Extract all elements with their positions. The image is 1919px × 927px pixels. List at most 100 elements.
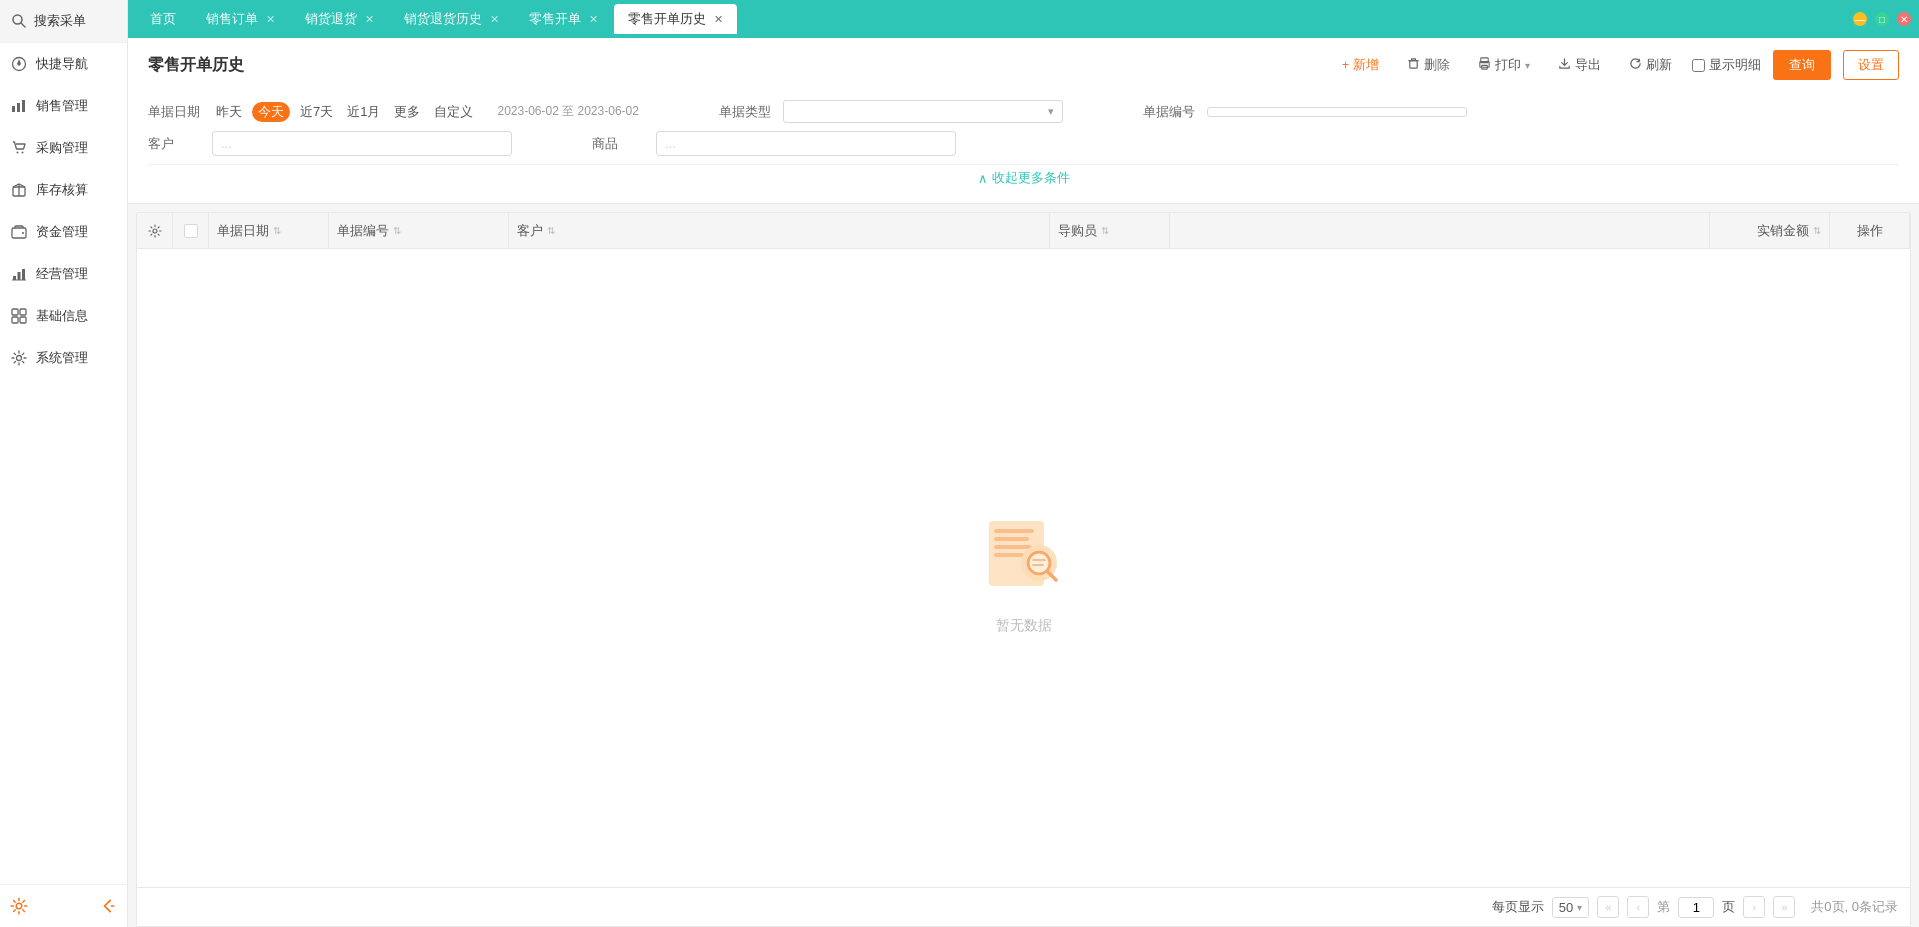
tab-sales-return-history[interactable]: 销货退货历史 ✕: [390, 4, 513, 34]
prev-page-button[interactable]: ‹: [1627, 896, 1649, 918]
page-number-input[interactable]: [1678, 897, 1714, 918]
sidebar-item-sales-mgmt[interactable]: 销售管理: [0, 85, 127, 127]
new-button[interactable]: + 新增: [1334, 52, 1387, 78]
close-button[interactable]: ✕: [1897, 12, 1911, 26]
th-spacer: [1170, 213, 1711, 248]
date-shortcut-7days[interactable]: 近7天: [296, 102, 337, 122]
svg-rect-6: [22, 100, 25, 112]
sidebar-search[interactable]: 搜索采单: [0, 0, 127, 43]
svg-rect-18: [20, 309, 26, 315]
settings-button[interactable]: 设置: [1843, 50, 1899, 80]
sidebar-item-inventory[interactable]: 库存核算: [0, 169, 127, 211]
empty-text: 暂无数据: [996, 617, 1052, 635]
display-cols-label: 显示明细: [1709, 56, 1761, 74]
date-shortcut-today[interactable]: 今天: [252, 102, 290, 122]
th-num[interactable]: 单据编号 ⇅: [329, 213, 509, 248]
page-size-dropdown-icon: ▾: [1577, 902, 1582, 913]
tab-close-icon[interactable]: ✕: [365, 13, 374, 26]
svg-rect-31: [994, 537, 1029, 541]
page-content: 零售开单历史 + 新增 删除 打印: [128, 38, 1919, 927]
svg-point-7: [17, 152, 19, 154]
sidebar-item-operation[interactable]: 经营管理: [0, 253, 127, 295]
table-area: 单据日期 ⇅ 单据编号 ⇅ 客户 ⇅ 导购员 ⇅ 实销金额: [136, 212, 1911, 927]
refresh-button[interactable]: 刷新: [1621, 52, 1680, 78]
date-shortcut-more[interactable]: 更多: [390, 102, 424, 122]
collapse-more-btn[interactable]: ∧ 收起更多条件: [148, 164, 1899, 191]
th-checkbox[interactable]: [173, 213, 209, 248]
maximize-button[interactable]: □: [1875, 12, 1889, 26]
display-cols-toggle[interactable]: 显示明细: [1692, 56, 1761, 74]
first-page-button[interactable]: «: [1597, 896, 1619, 918]
tab-label: 销货退货: [305, 10, 357, 28]
date-label: 单据日期: [148, 103, 204, 121]
gear-icon[interactable]: [10, 897, 28, 915]
sidebar-item-system[interactable]: 系统管理: [0, 337, 127, 379]
th-settings[interactable]: [137, 213, 173, 248]
print-button-label: 打印: [1495, 56, 1521, 74]
tab-retail-open[interactable]: 零售开单 ✕: [515, 4, 612, 34]
display-cols-checkbox[interactable]: [1692, 59, 1705, 72]
collapse-sidebar-icon[interactable]: [99, 897, 117, 915]
next-page-button[interactable]: ›: [1743, 896, 1765, 918]
date-shortcut-custom[interactable]: 自定义: [430, 102, 477, 122]
bar-icon: [10, 265, 28, 283]
tab-close-icon[interactable]: ✕: [714, 13, 723, 26]
query-button[interactable]: 查询: [1773, 50, 1831, 80]
tab-home[interactable]: 首页: [136, 4, 190, 34]
th-date[interactable]: 单据日期 ⇅: [209, 213, 329, 248]
date-shortcut-yesterday[interactable]: 昨天: [212, 102, 246, 122]
export-button[interactable]: 导出: [1550, 52, 1609, 78]
date-shortcut-1month[interactable]: 近1月: [343, 102, 384, 122]
sidebar-item-basic-info[interactable]: 基础信息: [0, 295, 127, 337]
sidebar-bottom: [0, 884, 127, 927]
customer-placeholder: ...: [221, 136, 232, 151]
th-guide[interactable]: 导购员 ⇅: [1050, 213, 1170, 248]
type-select[interactable]: ▾: [783, 100, 1063, 123]
date-range-text: 2023-06-02 至 2023-06-02: [497, 103, 638, 120]
sidebar-item-purchase-mgmt[interactable]: 采购管理: [0, 127, 127, 169]
sidebar-item-label: 经营管理: [36, 265, 88, 283]
table-header: 单据日期 ⇅ 单据编号 ⇅ 客户 ⇅ 导购员 ⇅ 实销金额: [137, 213, 1910, 249]
refresh-button-label: 刷新: [1646, 56, 1672, 74]
filter-row-1: 单据日期 昨天 今天 近7天 近1月 更多 自定义 2023-06-02 至 2…: [148, 100, 1899, 123]
num-input[interactable]: [1207, 107, 1467, 117]
last-page-button[interactable]: »: [1773, 896, 1795, 918]
svg-point-28: [153, 229, 157, 233]
tab-close-icon[interactable]: ✕: [490, 13, 499, 26]
page-size-select[interactable]: 50 ▾: [1552, 897, 1589, 918]
sidebar-search-label: 搜索采单: [34, 12, 86, 30]
customer-filter-group: 客户 ...: [148, 131, 512, 156]
collapse-more-label: 收起更多条件: [992, 169, 1070, 187]
sidebar-item-quick-nav[interactable]: 快捷导航: [0, 43, 127, 85]
customer-input[interactable]: ...: [212, 131, 512, 156]
new-button-label: + 新增: [1342, 56, 1379, 74]
minimize-button[interactable]: —: [1853, 12, 1867, 26]
svg-rect-24: [1410, 61, 1417, 68]
refresh-icon: [1629, 57, 1642, 73]
compass-icon: [10, 55, 28, 73]
empty-state: 暂无数据: [137, 249, 1910, 887]
select-all-checkbox[interactable]: [184, 224, 198, 238]
type-label: 单据类型: [719, 103, 775, 121]
search-icon: [10, 12, 28, 30]
svg-rect-17: [12, 309, 18, 315]
delete-button[interactable]: 删除: [1399, 52, 1458, 78]
th-amount-label: 实销金额: [1757, 222, 1809, 240]
total-text: 共0页, 0条记录: [1811, 898, 1898, 916]
tab-retail-open-history[interactable]: 零售开单历史 ✕: [614, 4, 737, 34]
svg-point-8: [22, 152, 24, 154]
tab-close-icon[interactable]: ✕: [589, 13, 598, 26]
goods-input[interactable]: ...: [656, 131, 956, 156]
th-guide-label: 导购员: [1058, 222, 1097, 240]
sidebar-item-finance[interactable]: 资金管理: [0, 211, 127, 253]
sidebar-item-label: 系统管理: [36, 349, 88, 367]
tab-sales-return[interactable]: 销货退货 ✕: [291, 4, 388, 34]
th-customer[interactable]: 客户 ⇅: [509, 213, 1050, 248]
print-button[interactable]: 打印 ▾: [1470, 52, 1538, 78]
svg-rect-32: [994, 545, 1032, 549]
th-amount[interactable]: 实销金额 ⇅: [1710, 213, 1830, 248]
type-filter-group: 单据类型 ▾: [719, 100, 1063, 123]
tab-close-icon[interactable]: ✕: [266, 13, 275, 26]
tab-sales-order[interactable]: 销售订单 ✕: [192, 4, 289, 34]
sort-icon: ⇅: [273, 225, 281, 236]
